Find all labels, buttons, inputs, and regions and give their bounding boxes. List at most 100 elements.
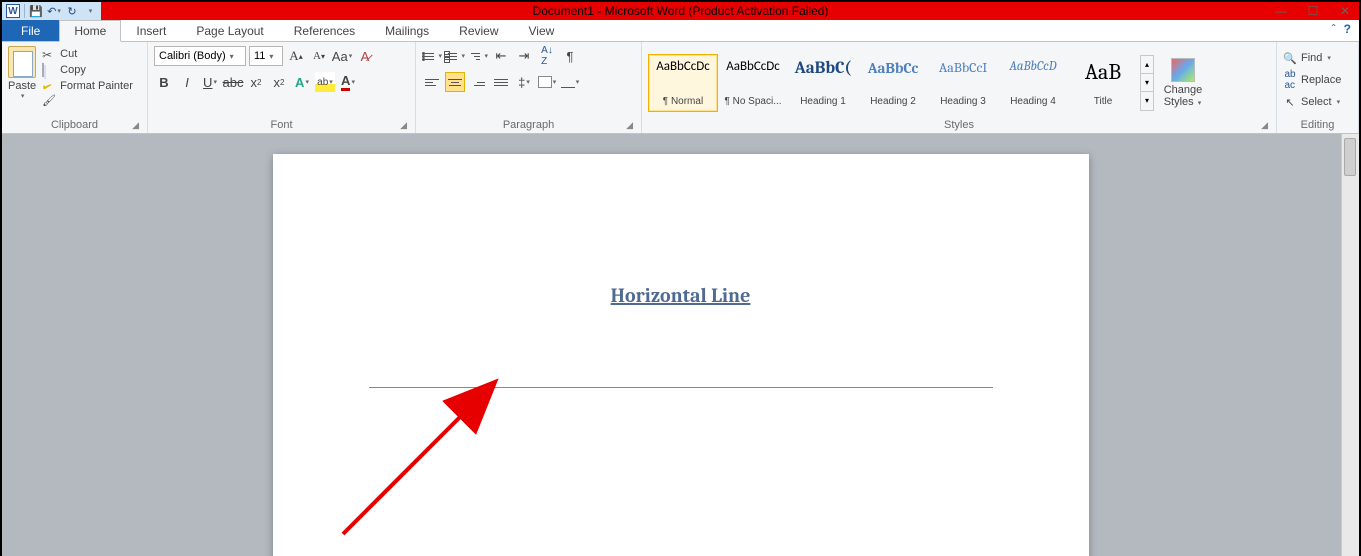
tab-references[interactable]: References xyxy=(279,20,370,41)
find-icon: 🔍 xyxy=(1283,52,1297,65)
style-heading-2[interactable]: AaBbCcHeading 2 xyxy=(858,54,928,112)
format-painter-button[interactable]: 🖌Format Painter xyxy=(42,80,133,92)
group-paragraph-label: Paragraph xyxy=(503,119,554,131)
save-icon[interactable]: 💾 xyxy=(29,4,43,18)
minimize-button[interactable]: — xyxy=(1271,4,1291,18)
multilevel-icon xyxy=(468,46,483,66)
tab-view[interactable]: View xyxy=(514,20,570,41)
scrollbar-thumb[interactable] xyxy=(1344,138,1356,176)
cut-button[interactable]: Cut xyxy=(42,48,133,60)
styles-row-down-icon[interactable]: ▾ xyxy=(1141,74,1153,92)
word-app-icon[interactable]: W xyxy=(6,4,20,18)
multilevel-list-button[interactable]: ▾ xyxy=(468,46,488,66)
highlight-button[interactable]: ab▾ xyxy=(315,72,335,92)
italic-button[interactable]: I xyxy=(177,72,197,92)
sort-button[interactable]: A↓Z xyxy=(537,46,557,66)
paste-label: Paste xyxy=(8,80,36,92)
select-button[interactable]: ↖Select▾ xyxy=(1283,92,1352,112)
copy-label: Copy xyxy=(60,64,86,76)
help-icon[interactable]: ? xyxy=(1344,22,1351,36)
style-preview: AaBbCc xyxy=(868,59,919,77)
align-right-button[interactable] xyxy=(468,72,488,92)
bullets-icon xyxy=(422,46,437,66)
style-heading-3[interactable]: AaBbCcIHeading 3 xyxy=(928,54,998,112)
change-styles-button[interactable]: ChangeStyles ▾ xyxy=(1160,58,1206,108)
style-heading-4[interactable]: AaBbCcDHeading 4 xyxy=(998,54,1068,112)
align-right-icon xyxy=(469,73,487,91)
font-color-button[interactable]: A▾ xyxy=(338,72,358,92)
redo-icon[interactable]: ↻ xyxy=(65,4,79,18)
styles-gallery-nav[interactable]: ▴▾▾ xyxy=(1140,55,1154,111)
tab-insert[interactable]: Insert xyxy=(121,20,181,41)
tab-file[interactable]: File xyxy=(2,20,59,41)
style-preview: AaBbCcDc xyxy=(656,59,710,74)
shading-button[interactable]: ▾ xyxy=(537,72,557,92)
shrink-font-button[interactable]: A▾ xyxy=(309,46,329,66)
tab-review[interactable]: Review xyxy=(444,20,513,41)
styles-more-icon[interactable]: ▾ xyxy=(1141,92,1153,110)
text-effects-button[interactable]: A▾ xyxy=(292,72,312,92)
font-family-value: Calibri (Body) xyxy=(159,50,226,62)
style-name: Heading 3 xyxy=(940,96,986,107)
select-label: Select xyxy=(1301,96,1332,108)
style--normal[interactable]: AaBbCcDc¶ Normal xyxy=(648,54,718,112)
align-left-button[interactable] xyxy=(422,72,442,92)
styles-row-up-icon[interactable]: ▴ xyxy=(1141,56,1153,74)
numbering-button[interactable]: ▾ xyxy=(445,46,465,66)
font-size-combo[interactable]: 11▾ xyxy=(249,46,283,66)
close-button[interactable]: ✕ xyxy=(1335,4,1355,18)
tab-page-layout[interactable]: Page Layout xyxy=(181,20,278,41)
style-preview: AaBbC( xyxy=(795,59,852,78)
replace-button[interactable]: abacReplace xyxy=(1283,70,1352,90)
decrease-indent-button[interactable]: ⇤ xyxy=(491,46,511,66)
undo-icon[interactable]: ↶▾ xyxy=(47,4,61,18)
clear-formatting-button[interactable]: A̷ xyxy=(355,46,375,66)
grow-font-button[interactable]: A▴ xyxy=(286,46,306,66)
change-case-button[interactable]: Aa▾ xyxy=(332,46,352,66)
document-page[interactable]: Horizontal Line xyxy=(273,154,1089,556)
group-font: Calibri (Body)▾ 11▾ A▴ A▾ Aa▾ A̷ B I U▾ … xyxy=(148,42,416,133)
window-controls: — ☐ ✕ xyxy=(1271,2,1355,20)
subscript-button[interactable]: x2 xyxy=(246,72,266,92)
cut-label: Cut xyxy=(60,48,77,60)
group-clipboard: Paste ▾ Cut Copy 🖌Format Painter Clipboa… xyxy=(2,42,148,133)
copy-button[interactable]: Copy xyxy=(42,64,133,76)
style--no-spaci-[interactable]: AaBbCcDc¶ No Spaci... xyxy=(718,54,788,112)
group-clipboard-label: Clipboard xyxy=(51,119,98,131)
strikethrough-button[interactable]: abc xyxy=(223,72,243,92)
bullets-button[interactable]: ▾ xyxy=(422,46,442,66)
paragraph-dialog-launcher-icon[interactable]: ◢ xyxy=(626,120,633,131)
tab-home[interactable]: Home xyxy=(59,20,121,42)
align-center-button[interactable] xyxy=(445,72,465,92)
style-heading-1[interactable]: AaBbC(Heading 1 xyxy=(788,54,858,112)
numbering-icon xyxy=(445,46,460,66)
tab-mailings[interactable]: Mailings xyxy=(370,20,444,41)
annotation-arrow xyxy=(333,374,533,544)
group-editing: 🔍Find▾ abacReplace ↖Select▾ Editing xyxy=(1277,42,1359,133)
clipboard-dialog-launcher-icon[interactable]: ◢ xyxy=(132,120,139,131)
increase-indent-button[interactable]: ⇥ xyxy=(514,46,534,66)
vertical-scrollbar[interactable] xyxy=(1341,134,1359,556)
line-spacing-button[interactable]: ‡▾ xyxy=(514,72,534,92)
maximize-button[interactable]: ☐ xyxy=(1303,4,1323,18)
styles-dialog-launcher-icon[interactable]: ◢ xyxy=(1261,120,1268,131)
change-styles-icon xyxy=(1171,58,1195,82)
ribbon: Paste ▾ Cut Copy 🖌Format Painter Clipboa… xyxy=(2,42,1359,134)
font-dialog-launcher-icon[interactable]: ◢ xyxy=(400,120,407,131)
replace-icon: abac xyxy=(1283,69,1297,91)
show-marks-button[interactable]: ¶ xyxy=(560,46,580,66)
borders-button[interactable]: ▾ xyxy=(560,72,580,92)
bold-button[interactable]: B xyxy=(154,72,174,92)
qat-customize-icon[interactable]: ▾ xyxy=(83,4,97,18)
style-preview: AaBbCcDc xyxy=(726,59,780,74)
find-button[interactable]: 🔍Find▾ xyxy=(1283,48,1352,68)
font-size-value: 11 xyxy=(254,50,265,62)
justify-button[interactable] xyxy=(491,72,511,92)
style-title[interactable]: AaBTitle xyxy=(1068,54,1138,112)
paste-button[interactable]: Paste ▾ xyxy=(8,46,42,119)
minimize-ribbon-icon[interactable]: ˆ xyxy=(1332,22,1336,36)
underline-button[interactable]: U▾ xyxy=(200,72,220,92)
font-family-combo[interactable]: Calibri (Body)▾ xyxy=(154,46,246,66)
group-editing-label: Editing xyxy=(1301,119,1335,131)
superscript-button[interactable]: x2 xyxy=(269,72,289,92)
